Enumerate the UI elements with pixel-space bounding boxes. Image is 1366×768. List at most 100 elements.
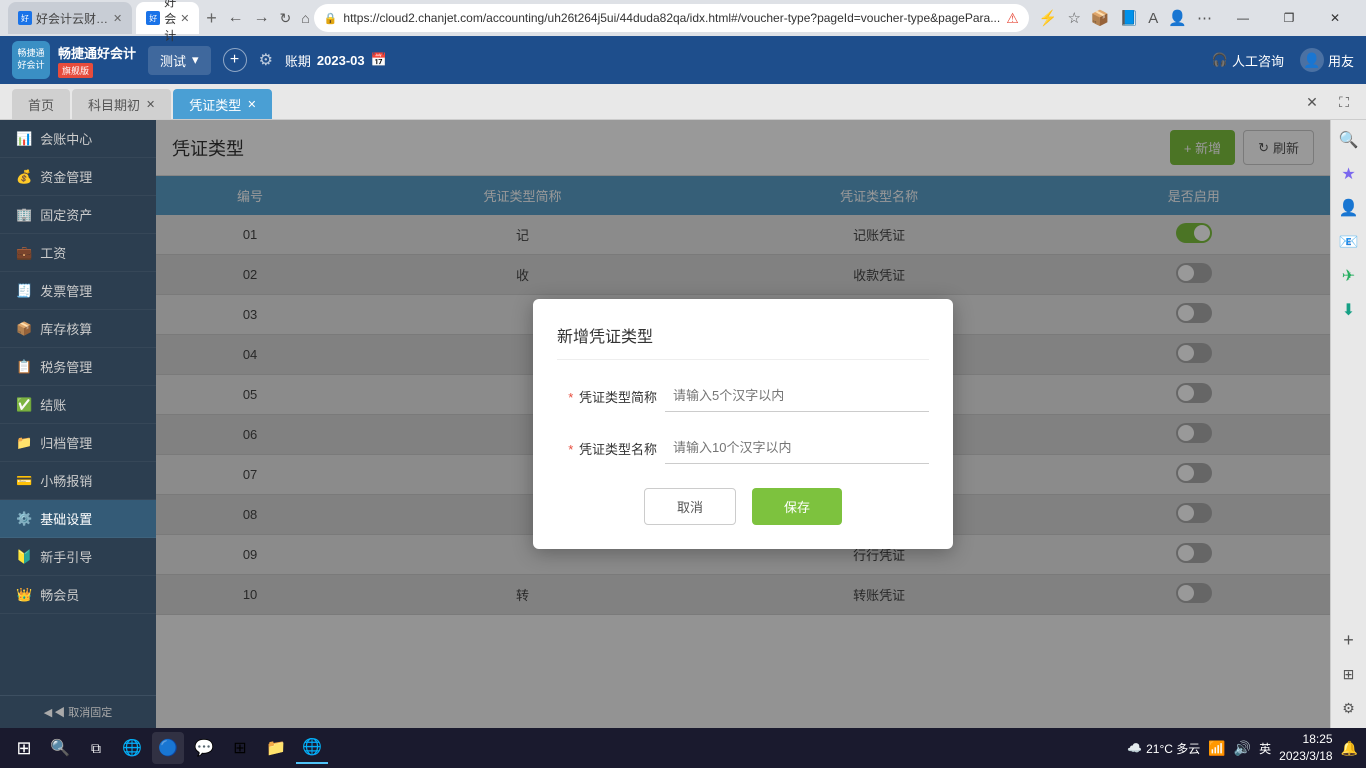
collapse-icon: ◀ (44, 706, 52, 719)
cancel-button[interactable]: 取消 (644, 488, 736, 525)
taskbar-lang[interactable]: 英 (1259, 740, 1271, 757)
home-button[interactable]: ⌂ (301, 10, 309, 26)
consult-button[interactable]: 🎧 人工咨询 (1212, 51, 1284, 70)
user-button[interactable]: 👤 用友 (1300, 48, 1354, 72)
settings-icon[interactable]: ⚙ (259, 50, 273, 70)
taskbar-weather: ☁️ 21°C 多云 (1127, 740, 1200, 757)
taskbar: ⊞ 🔍 ⧉ 🌐 🔵 💬 ⊞ 📁 🌐 ☁️ 21°C 多云 📶 🔊 英 18:25… (0, 728, 1366, 768)
address-bar[interactable]: 🔒 https://cloud2.chanjet.com/accounting/… (314, 4, 1029, 32)
logo-text: 畅捷通好会计 (58, 43, 136, 62)
sidebar-item-capital[interactable]: 💰 资金管理 (0, 158, 156, 196)
sidebar-item-invoice[interactable]: 🧾 发票管理 (0, 272, 156, 310)
subject-tab-label: 科目期初 (88, 95, 140, 114)
save-button[interactable]: 保存 (752, 488, 842, 525)
capital-icon: 💰 (16, 169, 32, 185)
taskbar-search[interactable]: 🔍 (44, 732, 76, 764)
outlook-rs-icon[interactable]: 📧 (1333, 226, 1365, 258)
logo-icon: 畅捷通 好会计 (12, 41, 50, 79)
taskbar-notification[interactable]: 🔔 (1341, 740, 1358, 757)
forward-button[interactable]: → (254, 9, 270, 27)
sidebar-item-archive[interactable]: 📁 归档管理 (0, 424, 156, 462)
more-icon[interactable]: ⋯ (1197, 9, 1212, 27)
add-company-button[interactable]: + (223, 48, 247, 72)
salary-label: 工资 (40, 243, 66, 262)
favorites-icon[interactable]: ☆ (1067, 9, 1080, 27)
settings-rs-icon[interactable]: ⚙ (1333, 692, 1365, 724)
sidebar-item-settings[interactable]: ⚙️ 基础设置 (0, 500, 156, 538)
sidebar-item-dashboard[interactable]: 📊 会账中心 (0, 120, 156, 158)
tab1-label: 好会计云财务软件管理系统_会计 (36, 10, 109, 27)
panel-expand-icon[interactable]: ⛶ (1330, 88, 1358, 116)
app-tab-subject[interactable]: 科目期初 ✕ (72, 89, 171, 119)
add-rs-icon[interactable]: + (1333, 624, 1365, 656)
lock-icon: 🔒 (324, 12, 338, 25)
tax-icon: 📋 (16, 359, 32, 375)
abbr-input[interactable] (665, 380, 929, 412)
tab2-close[interactable]: ✕ (180, 12, 189, 25)
maximize-button[interactable]: ❐ (1266, 0, 1312, 36)
taskbar-folder[interactable]: 📁 (260, 732, 292, 764)
calendar-icon[interactable]: 📅 (371, 52, 387, 68)
modal-footer: 取消 保存 (557, 488, 929, 525)
new-tab-button[interactable]: + (203, 4, 219, 32)
translate-icon[interactable]: A (1148, 10, 1158, 27)
taskbar-edge[interactable]: 🌐 (116, 732, 148, 764)
taskbar-network[interactable]: 📶 (1208, 740, 1225, 757)
star-rs-icon[interactable]: ★ (1333, 158, 1365, 190)
table-rs-icon[interactable]: ⊞ (1333, 658, 1365, 690)
voucher-tab-label: 凭证类型 (189, 95, 241, 114)
expense-icon: 💳 (16, 473, 32, 489)
period-value: 2023-03 (317, 53, 365, 68)
app-tab-home[interactable]: 首页 (12, 89, 70, 119)
inventory-icon: 📦 (16, 321, 32, 337)
sidebar-item-expense[interactable]: 💳 小畅报销 (0, 462, 156, 500)
consult-label: 人工咨询 (1232, 51, 1284, 70)
modal: 新增凭证类型 * 凭证类型简称 * 凭证类型名称 (533, 299, 953, 549)
app-tab-voucher[interactable]: 凭证类型 ✕ (173, 89, 272, 119)
taskbar-browser2[interactable]: 🌐 (296, 732, 328, 764)
collection-icon[interactable]: 📦 (1091, 9, 1110, 27)
settlement-icon: ✅ (16, 397, 32, 413)
taskbar-apps[interactable]: ⊞ (224, 732, 256, 764)
archive-label: 归档管理 (40, 433, 92, 452)
period-info: 账期 2023-03 📅 (285, 51, 387, 70)
logo-badge: 旗舰版 (58, 63, 93, 78)
clock-date: 2023/3/18 (1279, 748, 1332, 765)
sidebar-item-guide[interactable]: 🔰 新手引导 (0, 538, 156, 576)
user-icon: 👤 (1300, 48, 1324, 72)
sidebar-item-assets[interactable]: 🏢 固定资产 (0, 196, 156, 234)
sidebar-item-member[interactable]: 👑 畅会员 (0, 576, 156, 614)
taskbar-volume[interactable]: 🔊 (1234, 740, 1251, 757)
extensions-icon[interactable]: ⚡ (1039, 9, 1058, 27)
sidebar-item-tax[interactable]: 📋 税务管理 (0, 348, 156, 386)
download-rs-icon[interactable]: ⬇ (1333, 294, 1365, 326)
sidebar-item-salary[interactable]: 💼 工资 (0, 234, 156, 272)
tab1-close[interactable]: ✕ (113, 12, 122, 25)
send-rs-icon[interactable]: ✈ (1333, 260, 1365, 292)
close-button[interactable]: ✕ (1312, 0, 1358, 36)
sidebar-collapse[interactable]: ◀ ◀ 取消固定 (0, 695, 156, 728)
reload-button[interactable]: ↻ (280, 10, 292, 27)
minimize-button[interactable]: — (1220, 0, 1266, 36)
home-tab-label: 首页 (28, 95, 54, 114)
sidebar-item-inventory[interactable]: 📦 库存核算 (0, 310, 156, 348)
browser-tab-inactive[interactable]: 好 好会计云财务软件管理系统_会计 ✕ (8, 2, 132, 34)
voucher-tab-close[interactable]: ✕ (247, 98, 256, 111)
sidebar-item-settlement[interactable]: ✅ 结账 (0, 386, 156, 424)
taskbar-wechat[interactable]: 💬 (188, 732, 220, 764)
start-button[interactable]: ⊞ (8, 732, 40, 764)
reader-icon[interactable]: 📘 (1120, 9, 1139, 27)
archive-icon: 📁 (16, 435, 32, 451)
panel-close-icon[interactable]: ✕ (1298, 88, 1326, 116)
subject-tab-close[interactable]: ✕ (146, 98, 155, 111)
company-selector[interactable]: 测试 ▾ (148, 46, 211, 75)
app-logo: 畅捷通 好会计 畅捷通好会计 旗舰版 (12, 41, 136, 79)
search-rs-icon[interactable]: 🔍 (1333, 124, 1365, 156)
person-rs-icon[interactable]: 👤 (1333, 192, 1365, 224)
back-button[interactable]: ← (228, 9, 244, 27)
taskbar-task-view[interactable]: ⧉ (80, 732, 112, 764)
taskbar-chrome[interactable]: 🔵 (152, 732, 184, 764)
browser-tab-active[interactable]: 好 好会计 ✕ (136, 2, 199, 34)
name-input[interactable] (665, 432, 929, 464)
profile-icon[interactable]: 👤 (1168, 9, 1187, 27)
